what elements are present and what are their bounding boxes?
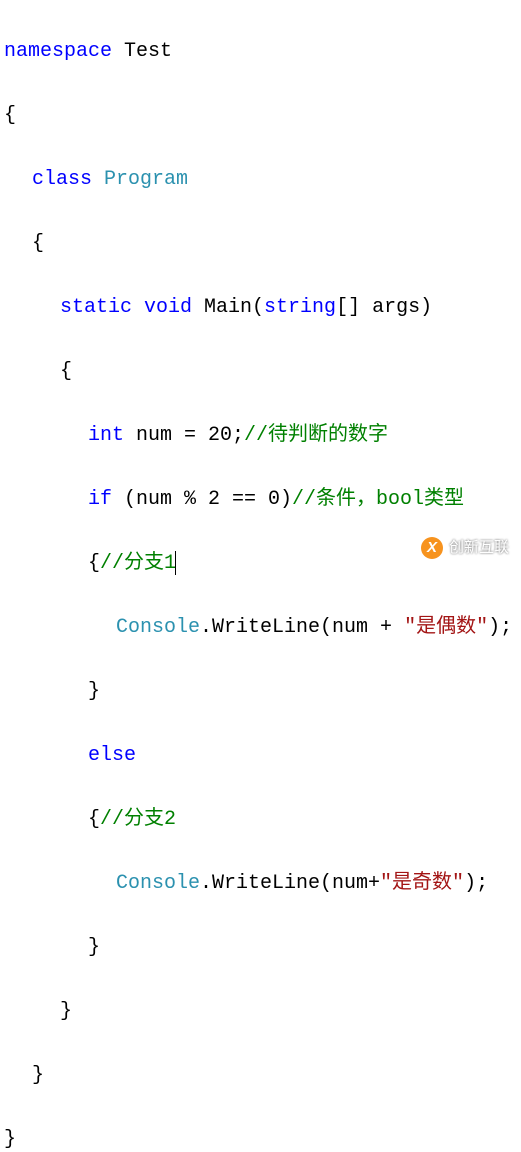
code-line: int num = 20;//待判断的数字 (4, 420, 517, 452)
code-line: static void Main(string[] args) (4, 292, 517, 324)
code-line: { (4, 356, 517, 388)
type-name: Console (116, 872, 200, 895)
comment: //分支1 (100, 552, 176, 575)
watermark: X 创新互联 (421, 536, 509, 560)
code-text: ); (464, 872, 488, 895)
watermark-icon: X (421, 537, 443, 559)
code-line: } (4, 996, 517, 1028)
code-text: [] args) (336, 296, 432, 319)
string-literal: "是偶数" (404, 616, 488, 639)
brace: { (88, 808, 100, 831)
keyword: static (60, 296, 132, 319)
watermark-text: 创新互联 (449, 536, 509, 560)
code-line: else (4, 740, 517, 772)
keyword: if (88, 488, 112, 511)
code-line: if (num % 2 == 0)//条件，bool类型 (4, 484, 517, 516)
code-line: { (4, 228, 517, 260)
code-line: } (4, 932, 517, 964)
comment: //条件，bool类型 (292, 488, 464, 511)
comment: //分支2 (100, 808, 176, 831)
code-text: ); (488, 616, 512, 639)
type-name: Program (92, 168, 188, 191)
type-name: Console (116, 616, 200, 639)
code-line: { (4, 100, 517, 132)
keyword: string (264, 296, 336, 319)
keyword: int (88, 424, 124, 447)
code-text: (num % 2 == 0) (112, 488, 292, 511)
comment: //待判断的数字 (244, 424, 388, 447)
code-line: {//分支2 (4, 804, 517, 836)
code-line: namespace Test (4, 36, 517, 68)
keyword: void (132, 296, 192, 319)
identifier: Test (112, 40, 172, 63)
code-text: num = 20; (124, 424, 244, 447)
code-line: Console.WriteLine(num+"是奇数"); (4, 868, 517, 900)
code-line: } (4, 676, 517, 708)
code-line: } (4, 1124, 517, 1152)
code-line: class Program (4, 164, 517, 196)
brace: { (88, 552, 100, 575)
code-text: .WriteLine(num + (200, 616, 404, 639)
keyword: namespace (4, 40, 112, 63)
text-cursor (175, 551, 176, 575)
code-block: namespace Test { class Program { static … (4, 4, 517, 1152)
string-literal: "是奇数" (380, 872, 464, 895)
keyword: class (32, 168, 92, 191)
code-line: Console.WriteLine(num + "是偶数"); (4, 612, 517, 644)
code-line: } (4, 1060, 517, 1092)
identifier: Main( (192, 296, 264, 319)
code-text: .WriteLine(num+ (200, 872, 380, 895)
